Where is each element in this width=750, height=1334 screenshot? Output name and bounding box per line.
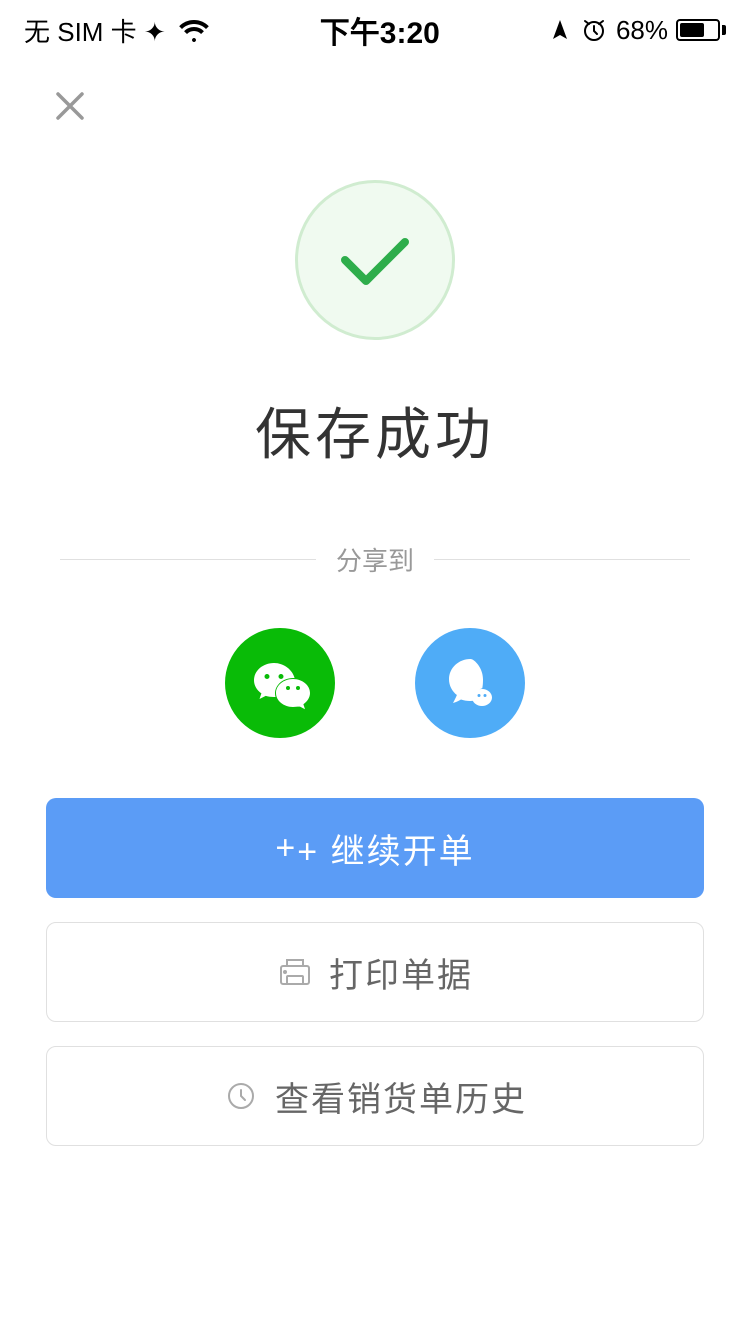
continue-label: + 继续开单 [297,824,474,873]
share-section: 分享到 [0,541,750,738]
battery-label: 68% [616,15,668,46]
main-content: 保存成功 分享到 [0,60,750,1146]
close-button[interactable] [40,76,100,136]
history-label: 查看销货单历史 [275,1072,527,1121]
alarm-icon [580,16,608,44]
print-label: 打印单据 [329,948,473,997]
share-label: 分享到 [336,541,414,578]
history-icon [223,1078,259,1114]
divider-left [60,559,316,560]
status-right: 68% [548,15,726,46]
continue-button[interactable]: + + 继续开单 [46,798,704,898]
qq-share-button[interactable] [415,628,525,738]
wechat-icon [248,651,313,716]
status-bar: 无 SIM 卡 ✦ 下午3:20 68% [0,0,750,60]
wifi-icon [176,16,212,44]
actions-container: + + 继续开单 打印单据 查看销货单历 [0,798,750,1146]
print-button[interactable]: 打印单据 [46,922,704,1022]
divider-right [434,559,690,560]
success-icon-circle [295,180,455,340]
plus-icon: + [275,829,297,868]
printer-icon [277,954,313,990]
share-divider: 分享到 [0,541,750,578]
history-button[interactable]: 查看销货单历史 [46,1046,704,1146]
success-title: 保存成功 [255,390,495,471]
location-icon [548,18,572,42]
status-left: 无 SIM 卡 ✦ [24,12,212,49]
qq-icon [438,651,503,716]
checkmark-icon [330,215,420,305]
wechat-share-button[interactable] [225,628,335,738]
battery-icon [676,19,726,41]
no-sim-label: 无 SIM 卡 ✦ [24,12,166,49]
time-display: 下午3:20 [320,8,440,52]
share-icons-container [225,628,525,738]
